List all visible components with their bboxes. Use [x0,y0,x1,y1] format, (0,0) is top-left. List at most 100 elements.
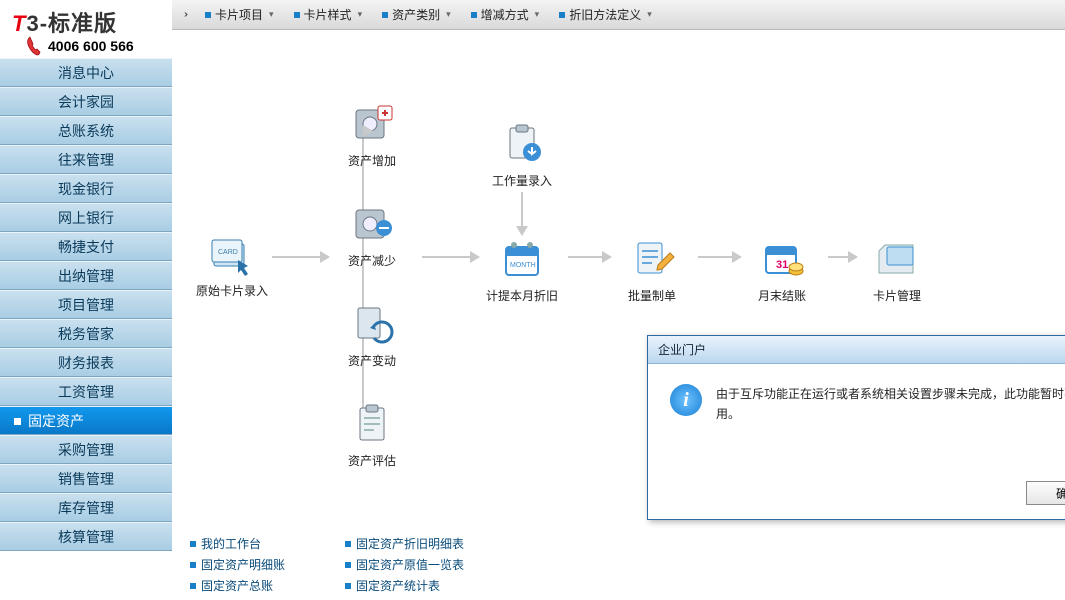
bullet-icon [190,541,196,547]
toolbar-item-label: 折旧方法定义 [569,6,641,23]
report-link[interactable]: 固定资产统计表 [345,577,464,594]
nav-item-0[interactable]: 消息中心 [0,58,172,87]
info-dialog: 企业门户 ✕ i 由于互斥功能正在运行或者系统相关设置步骤未完成，此功能暂时不可… [647,335,1065,520]
node-asset-reduce[interactable]: 资产减少 [327,200,417,269]
chevron-down-icon: ▾ [535,9,540,20]
workflow-canvas: CARD 原始卡片录入 资产增加 资产减少 资产变动 资产评估 [172,30,1065,600]
bullet-icon [294,12,300,18]
nav-item-14[interactable]: 销售管理 [0,464,172,493]
calendar-coins-icon: 31 [758,235,806,283]
nav-item-12[interactable]: 固定资产 [0,406,172,435]
nav-item-label: 往来管理 [58,152,114,168]
toolbar-item-2[interactable]: 资产类别 ▾ [372,6,461,23]
nav-active-marker-icon [14,418,21,425]
node-asset-change[interactable]: 资产变动 [327,300,417,369]
report-link[interactable]: 固定资产折旧明细表 [345,535,464,552]
nav-item-9[interactable]: 税务管家 [0,319,172,348]
nav-item-10[interactable]: 财务报表 [0,348,172,377]
nav-item-label: 项目管理 [58,297,114,313]
nav-item-6[interactable]: 畅捷支付 [0,232,172,261]
bullet-icon [190,583,196,589]
toolbar-item-0[interactable]: 卡片项目 ▾ [195,6,284,23]
svg-text:MONTH: MONTH [510,262,536,269]
bullet-icon [471,12,477,18]
bullet-icon [559,12,565,18]
toolbar-item-label: 资产类别 [392,6,440,23]
nav-item-13[interactable]: 采购管理 [0,435,172,464]
toolbar-item-label: 增减方式 [481,6,529,23]
calendar-month-icon: MONTH [498,235,546,283]
nav-item-16[interactable]: 核算管理 [0,522,172,551]
nav-item-4[interactable]: 现金银行 [0,174,172,203]
folder-card-icon [873,235,921,283]
svg-text:CARD: CARD [218,249,238,256]
nav-item-1[interactable]: 会计家园 [0,87,172,116]
nav-item-8[interactable]: 项目管理 [0,290,172,319]
nav-item-15[interactable]: 库存管理 [0,493,172,522]
nav-item-3[interactable]: 往来管理 [0,145,172,174]
card-entry-icon: CARD [208,230,256,278]
brand-block: T3-标准版 4006 600 566 [0,0,172,50]
nav-item-label: 财务报表 [58,355,114,371]
node-label: 资产变动 [327,352,417,369]
report-link[interactable]: 固定资产原值一览表 [345,556,464,573]
nav-item-label: 网上银行 [58,210,114,226]
node-batch-voucher[interactable]: 批量制单 [607,235,697,304]
nav-item-2[interactable]: 总账系统 [0,116,172,145]
report-link-label: 固定资产折旧明细表 [356,535,464,552]
node-month-end[interactable]: 31 月末结账 [737,235,827,304]
side-nav: 消息中心会计家园总账系统往来管理现金银行网上银行畅捷支付出纳管理项目管理税务管家… [0,58,172,551]
toolbar-collapse-icon[interactable]: ››› [178,9,191,20]
clipboard-down-icon [498,120,546,168]
info-icon: i [670,384,702,416]
node-label: 资产增加 [327,152,417,169]
nav-item-label: 销售管理 [58,471,114,487]
report-link[interactable]: 我的工作台 [190,535,285,552]
node-workload-entry[interactable]: 工作量录入 [477,120,567,189]
node-label: 计提本月折旧 [477,287,567,304]
brand-title: T3-标准版 [12,6,172,38]
dialog-message: 由于互斥功能正在运行或者系统相关设置步骤未完成，此功能暂时不可用。 [716,384,1065,425]
support-phone: 4006 600 566 [12,38,172,54]
chevron-down-icon: ▾ [647,9,652,20]
report-links: 我的工作台固定资产明细账固定资产总账 固定资产折旧明细表固定资产原值一览表固定资… [190,535,464,594]
nav-item-label: 核算管理 [58,529,114,545]
nav-item-5[interactable]: 网上银行 [0,203,172,232]
flow-connector [362,130,364,420]
report-link-label: 固定资产明细账 [201,556,285,573]
nav-item-label: 总账系统 [58,123,114,139]
flow-arrow [272,256,322,258]
nav-item-7[interactable]: 出纳管理 [0,261,172,290]
dialog-ok-button[interactable]: 确定 [1026,481,1065,505]
bullet-icon [382,12,388,18]
node-label: 批量制单 [607,287,697,304]
toolbar-item-1[interactable]: 卡片样式▾ [284,6,373,23]
bullet-icon [345,541,351,547]
nav-item-label: 固定资产 [28,413,84,429]
chevron-down-icon: ▾ [269,9,274,20]
toolbar-item-label: 卡片项目 [215,6,263,23]
node-asset-eval[interactable]: 资产评估 [327,400,417,469]
report-link[interactable]: 固定资产明细账 [190,556,285,573]
dialog-title-text: 企业门户 [658,341,706,358]
node-raw-card-entry[interactable]: CARD 原始卡片录入 [187,230,277,299]
nav-item-11[interactable]: 工资管理 [0,377,172,406]
node-label: 月末结账 [737,287,827,304]
nav-item-label: 畅捷支付 [58,239,114,255]
toolbar-item-3[interactable]: 增减方式 ▾ [461,6,550,23]
chevron-down-icon: ▾ [446,9,451,20]
toolbar-item-4[interactable]: 折旧方法定义 ▾ [549,6,662,23]
phone-icon [26,36,42,59]
clipboard-icon [348,400,396,448]
node-depreciate[interactable]: MONTH 计提本月折旧 [477,235,567,304]
chevron-down-icon: ▾ [358,9,363,20]
report-link-label: 固定资产原值一览表 [356,556,464,573]
node-label: 资产减少 [327,252,417,269]
node-label: 资产评估 [327,452,417,469]
report-link-label: 固定资产统计表 [356,577,440,594]
nav-item-label: 税务管家 [58,326,114,342]
bullet-icon [345,562,351,568]
nav-item-label: 消息中心 [58,65,114,81]
node-card-manage[interactable]: 卡片管理 [852,235,942,304]
report-link[interactable]: 固定资产总账 [190,577,285,594]
